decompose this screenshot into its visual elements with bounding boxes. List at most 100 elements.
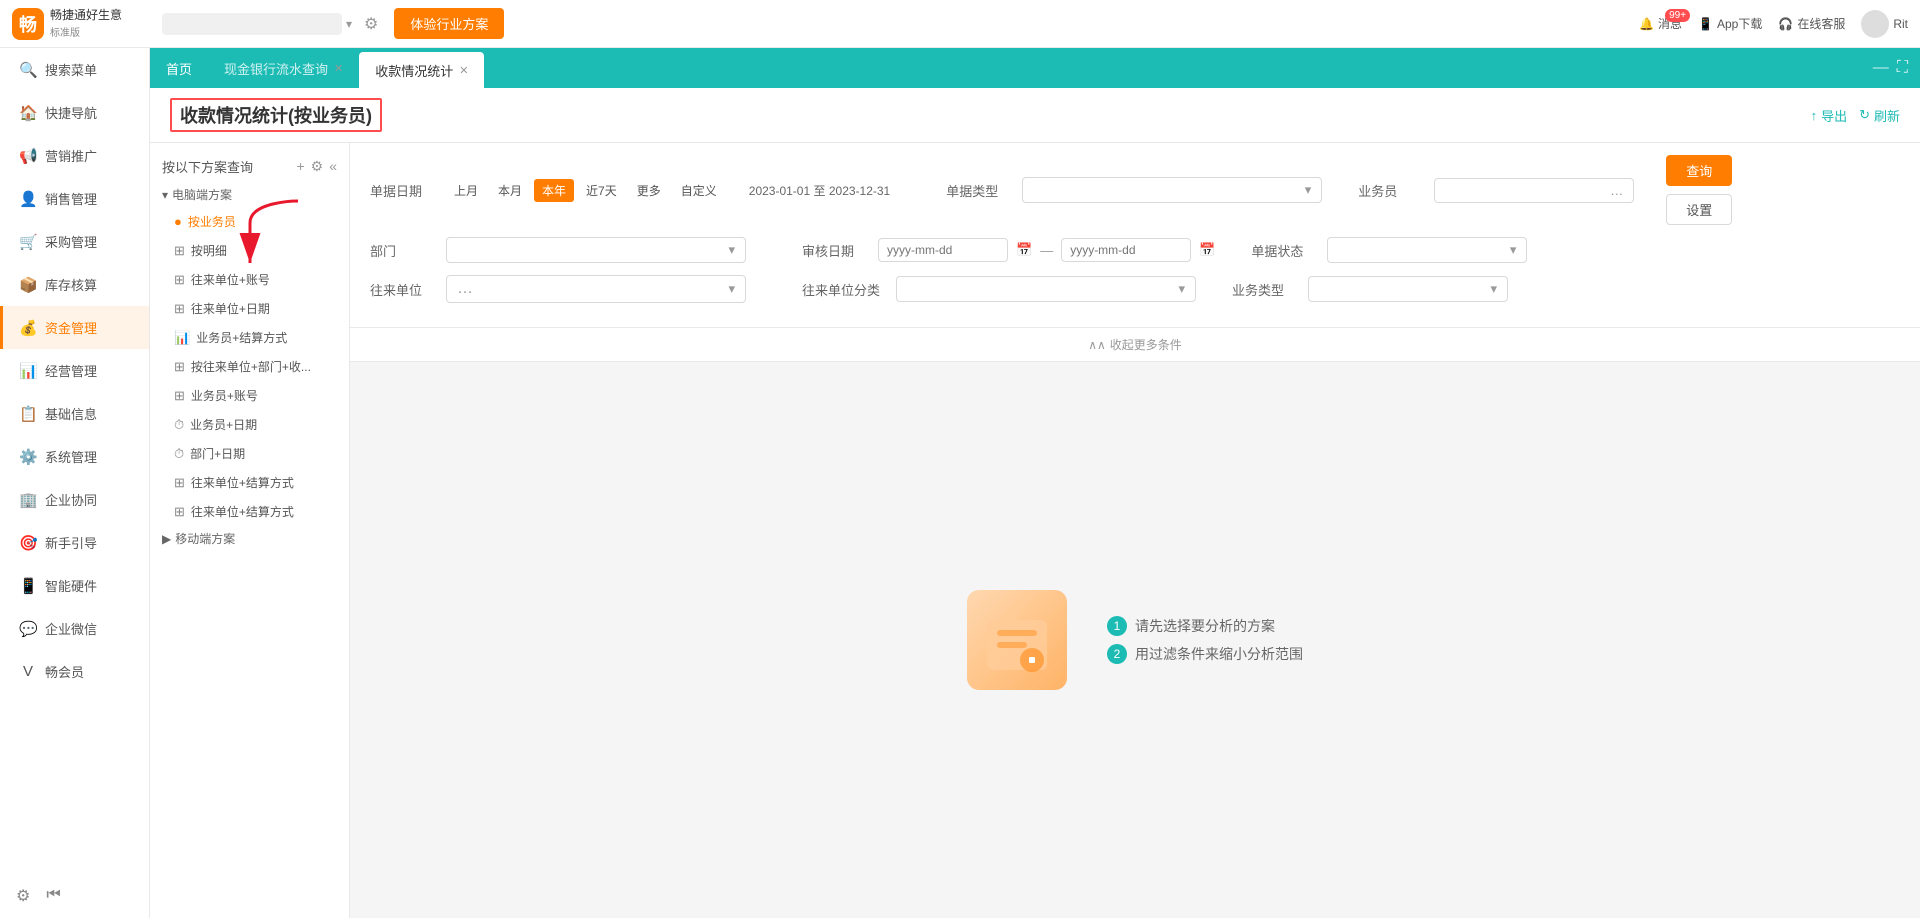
top-bar: 畅 畅捷通好生意 标准版 ▾ ⚙ 体验行业方案 🔔 消息 99+ 📱 App下载…	[0, 0, 1920, 48]
sidebar-item-basic[interactable]: 📋 基础信息	[0, 392, 149, 435]
tab-bank-close-icon[interactable]: ✕	[334, 62, 343, 75]
tab-collection-close-icon[interactable]: ✕	[459, 64, 468, 77]
business-type-select[interactable]: ▾	[1308, 276, 1508, 302]
salesperson-select[interactable]: …	[1434, 178, 1634, 203]
date-tab-last-month[interactable]: 上月	[446, 179, 486, 202]
sidebar-item-basic-label: 基础信息	[45, 404, 97, 423]
bill-status-select[interactable]: ▾	[1327, 237, 1527, 263]
query-button[interactable]: 查询	[1666, 155, 1732, 186]
left-panel-gear-icon[interactable]: ⚙	[311, 158, 324, 175]
lp-item-by-detail[interactable]: ⊞ 按明细	[150, 236, 349, 265]
sidebar-item-newbie[interactable]: 🎯 新手引导	[0, 521, 149, 564]
page-header: 收款情况统计(按业务员) ↑ 导出 ↻ 刷新	[150, 88, 1920, 143]
lp-unit-account-icon: ⊞	[174, 272, 185, 288]
lp-item-salesperson-account[interactable]: ⊞ 业务员+账号	[150, 381, 349, 410]
dept-select[interactable]: ▾	[446, 237, 746, 263]
sidebar-item-wechat[interactable]: 💬 企业微信	[0, 607, 149, 650]
collapse-sidebar-icon[interactable]: ⏮	[46, 886, 60, 906]
sidebar-item-sales[interactable]: 👤 销售管理	[0, 177, 149, 220]
audit-date-start-input[interactable]	[878, 238, 1008, 262]
settings-gear-icon[interactable]: ⚙	[364, 14, 378, 34]
settings-bottom-icon[interactable]: ⚙	[16, 886, 30, 906]
tab-fullscreen-icon[interactable]: ⛶	[1897, 59, 1908, 77]
step-1-num: 1	[1107, 616, 1127, 636]
lp-item-salesperson-date[interactable]: ⏱ 业务员+日期	[150, 410, 349, 439]
left-panel-add-icon[interactable]: +	[296, 158, 304, 175]
breadcrumb-input[interactable]	[162, 13, 342, 35]
sidebar-item-corp[interactable]: 🏢 企业协同	[0, 478, 149, 521]
sidebar-item-finance[interactable]: 💰 资金管理	[0, 306, 149, 349]
purchase-icon: 🛒	[19, 233, 37, 251]
warehouse-icon: 📦	[19, 276, 37, 294]
sidebar-item-quicknav[interactable]: 🏠 快捷导航	[0, 91, 149, 134]
tab-minimize-icon[interactable]: —	[1873, 59, 1889, 77]
tab-bank[interactable]: 现金银行流水查询 ✕	[208, 48, 359, 88]
counterparty-cat-select[interactable]: ▾	[896, 276, 1196, 302]
vip-icon: V	[19, 663, 37, 680]
left-panel-collapse-icon[interactable]: «	[329, 158, 337, 175]
tab-home[interactable]: 首页	[150, 48, 208, 88]
hardware-icon: 📱	[19, 577, 37, 595]
page-actions: ↑ 导出 ↻ 刷新	[1811, 106, 1900, 125]
date-tab-custom[interactable]: 自定义	[673, 179, 725, 202]
sidebar-item-hardware[interactable]: 📱 智能硬件	[0, 564, 149, 607]
date-tab-last7[interactable]: 近7天	[578, 179, 625, 202]
lp-section-mobile[interactable]: ▶ 移动端方案	[150, 526, 349, 551]
app-download-area[interactable]: 📱 App下载	[1698, 15, 1762, 32]
notification-area[interactable]: 🔔 消息 99+	[1639, 15, 1682, 32]
step-2-num: 2	[1107, 644, 1127, 664]
lp-item-unit-dept-collection[interactable]: ⊞ 按往来单位+部门+收...	[150, 352, 349, 381]
sidebar-item-vip[interactable]: V 畅会员	[0, 650, 149, 693]
lp-unit-dept-label: 按往来单位+部门+收...	[191, 358, 311, 375]
counterparty-select[interactable]: … ▾	[446, 275, 746, 303]
collapse-bar[interactable]: ∧∧ 收起更多条件	[350, 328, 1920, 362]
date-tab-this-month[interactable]: 本月	[490, 179, 530, 202]
date-tab-more[interactable]: 更多	[629, 179, 669, 202]
bill-type-select[interactable]: ▾	[1022, 177, 1322, 203]
sidebar-item-purchase[interactable]: 🛒 采购管理	[0, 220, 149, 263]
online-service-area[interactable]: 🎧 在线客服	[1778, 15, 1845, 32]
sidebar-item-wechat-label: 企业微信	[45, 619, 97, 638]
basic-icon: 📋	[19, 405, 37, 423]
settings-button[interactable]: 设置	[1666, 194, 1732, 225]
sidebar-item-system[interactable]: ⚙️ 系统管理	[0, 435, 149, 478]
trial-button[interactable]: 体验行业方案	[394, 8, 504, 39]
counterparty-chevron-icon: ▾	[728, 281, 735, 297]
refresh-button[interactable]: ↻ 刷新	[1859, 106, 1900, 125]
audit-date-start-cal-icon[interactable]: 📅	[1016, 242, 1032, 258]
sidebar-item-newbie-label: 新手引导	[45, 533, 97, 552]
lp-item-salesperson-settle[interactable]: 📊 业务员+结算方式	[150, 323, 349, 352]
sidebar-item-marketing[interactable]: 📢 营销推广	[0, 134, 149, 177]
lp-unit-settle1-icon: ⊞	[174, 475, 185, 491]
audit-date-end-input[interactable]	[1061, 238, 1191, 262]
lp-section-pc[interactable]: ▾ 电脑端方案	[150, 182, 349, 207]
date-tab-this-year[interactable]: 本年	[534, 179, 574, 202]
lp-section-pc-chevron-icon: ▾	[162, 188, 168, 202]
date-range-display: 2023-01-01 至 2023-12-31	[749, 182, 890, 199]
export-button[interactable]: ↑ 导出	[1811, 106, 1848, 125]
date-tabs: 上月 本月 本年 近7天 更多 自定义	[446, 179, 725, 202]
lp-dept-date-icon: ⏱	[174, 446, 184, 462]
export-icon: ↑	[1811, 108, 1818, 123]
lp-item-unit-account[interactable]: ⊞ 往来单位+账号	[150, 265, 349, 294]
audit-date-end-cal-icon[interactable]: 📅	[1199, 242, 1215, 258]
empty-illustration	[967, 590, 1067, 690]
user-area[interactable]: Rit	[1861, 10, 1908, 38]
lp-item-unit-settle2[interactable]: ⊞ 往来单位+结算方式	[150, 497, 349, 526]
app-download-label: App下载	[1717, 15, 1762, 32]
sidebar-item-search[interactable]: 🔍 搜索菜单	[0, 48, 149, 91]
lp-item-unit-settle1[interactable]: ⊞ 往来单位+结算方式	[150, 468, 349, 497]
sidebar-item-warehouse[interactable]: 📦 库存核算	[0, 263, 149, 306]
lp-item-dept-date[interactable]: ⏱ 部门+日期	[150, 439, 349, 468]
lp-item-by-salesperson[interactable]: ● 按业务员	[150, 207, 349, 236]
lp-item-unit-date[interactable]: ⊞ 往来单位+日期	[150, 294, 349, 323]
lp-salesperson-icon: ●	[174, 214, 182, 229]
sales-icon: 👤	[19, 190, 37, 208]
bill-status-chevron-icon: ▾	[1510, 242, 1517, 258]
tab-collection[interactable]: 收款情况统计 ✕	[359, 52, 484, 88]
sidebar-item-system-label: 系统管理	[45, 447, 97, 466]
online-service-label: 在线客服	[1797, 15, 1845, 32]
sidebar-item-operation[interactable]: 📊 经营管理	[0, 349, 149, 392]
filter-row-3: 往来单位 … ▾ 往来单位分类 ▾ 业务类型 ▾	[370, 275, 1900, 303]
sidebar-bottom: ⚙ ⏮	[0, 874, 149, 918]
